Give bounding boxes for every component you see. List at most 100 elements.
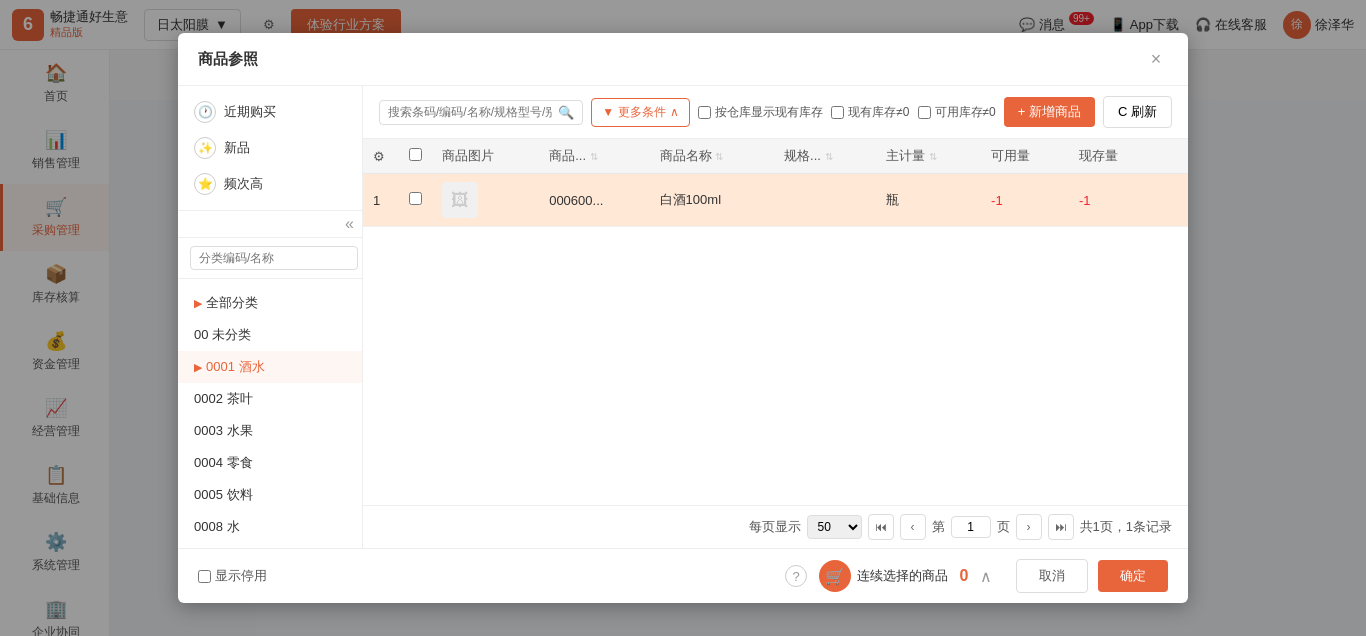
product-table: ⚙ 商品图片 商品... ⇅ 商品名称 ⇅ 规格... ⇅ 主计量 ⇅ 可用量 … [363,139,1188,227]
help-icon-btn[interactable]: ? [785,565,807,587]
quick-item-recent[interactable]: 🕐 近期购买 [178,94,362,130]
search-input[interactable] [388,105,552,119]
modal-overlay[interactable]: 商品参照 × 🕐 近期购买 ✨ 新品 ⭐ 频次高 [0,0,1366,636]
modal-close-button[interactable]: × [1144,47,1168,71]
more-filter-button[interactable]: ▼ 更多条件 ∧ [591,98,690,127]
current-stock-filter[interactable]: 现有库存≠0 [831,104,909,121]
col-name[interactable]: 商品名称 ⇅ [650,139,774,174]
cat-item-all[interactable]: ▶ 全部分类 [178,287,362,319]
refresh-button[interactable]: C 刷新 [1103,96,1172,128]
modal-footer: 显示停用 ? 🛒 连续选择的商品 0 ∧ 取消 确定 [178,548,1188,603]
cat-0001-label: 0001 酒水 [206,358,265,376]
cell-code: 000600... [539,174,649,227]
right-panel: 🔍 ▼ 更多条件 ∧ 按仓库显示现有库存 现有库存≠0 [363,86,1188,548]
product-thumbnail: 🖼 [442,182,478,218]
confirm-button[interactable]: 确定 [1098,560,1168,592]
recent-icon: 🕐 [194,101,216,123]
search-category-input[interactable] [190,246,358,270]
modal-title: 商品参照 [198,50,258,69]
prev-page-btn[interactable]: ‹ [900,514,926,540]
sort-icon-name: ⇅ [715,151,723,162]
per-page-select[interactable]: 50 100 200 [807,515,862,539]
available-stock-checkbox[interactable] [918,106,931,119]
cat-0002-label: 0002 茶叶 [194,390,253,408]
last-page-btn[interactable]: ⏭ [1048,514,1074,540]
select-all-checkbox[interactable] [409,148,422,161]
current-stock-checkbox[interactable] [831,106,844,119]
cat-all-label: 全部分类 [206,294,258,312]
collapse-panel-btn[interactable]: « [345,215,354,233]
display-disabled-checkbox[interactable] [198,570,211,583]
cart-icon[interactable]: 🛒 [819,560,851,592]
warehouse-stock-label: 按仓库显示现有库存 [715,104,823,121]
quick-item-new[interactable]: ✨ 新品 [178,130,362,166]
search-box: 🔍 [379,100,583,125]
next-page-btn[interactable]: › [1016,514,1042,540]
footer-left: 显示停用 [198,567,267,585]
cat-0001-arrow: ▶ [194,361,202,374]
collapse-cart-btn[interactable]: ∧ [980,567,992,586]
filter-label: 更多条件 [618,104,666,121]
cart-area: 🛒 连续选择的商品 0 ∧ [819,560,992,592]
cell-unit: 瓶 [876,174,981,227]
row-checkbox[interactable] [409,192,422,205]
cat-all-arrow: ▶ [194,297,202,310]
table-row[interactable]: 1 🖼 000600... 白酒100ml 瓶 -1 -1 [363,174,1188,227]
cell-stock: -1 [1069,174,1188,227]
cell-check[interactable] [399,174,432,227]
cart-label: 连续选择的商品 [857,567,948,585]
page-label: 第 [932,518,945,536]
cart-count: 0 [954,567,974,585]
col-available: 可用量 [981,139,1069,174]
cat-00-label: 00 未分类 [194,326,251,344]
cat-item-0002[interactable]: 0002 茶叶 [178,383,362,415]
sort-icon-unit: ⇅ [929,151,937,162]
add-product-button[interactable]: + 新增商品 [1004,97,1095,127]
filter-chevron: ∧ [670,105,679,119]
cat-item-00[interactable]: 00 未分类 [178,319,362,351]
display-disabled-label: 显示停用 [215,567,267,585]
warehouse-stock-filter[interactable]: 按仓库显示现有库存 [698,104,823,121]
cat-item-0008[interactable]: 0008 水 [178,511,362,543]
first-page-btn[interactable]: ⏮ [868,514,894,540]
available-stock-filter[interactable]: 可用库存≠0 [918,104,996,121]
quick-item-frequent[interactable]: ⭐ 频次高 [178,166,362,202]
page-number-input[interactable] [951,516,991,538]
per-page-label: 每页显示 [749,518,801,536]
col-settings[interactable]: ⚙ [363,139,399,174]
sort-icon-spec: ⇅ [825,151,833,162]
cell-name: 白酒100ml [650,174,774,227]
search-icon[interactable]: 🔍 [558,105,574,120]
footer-center: ? 🛒 连续选择的商品 0 ∧ [785,560,992,592]
col-code[interactable]: 商品... ⇅ [539,139,649,174]
cell-available: -1 [981,174,1069,227]
search-category: 🔍 [178,238,362,279]
col-image: 商品图片 [432,139,539,174]
quick-item-recent-label: 近期购买 [224,103,276,121]
cat-item-0004[interactable]: 0004 零食 [178,447,362,479]
new-icon: ✨ [194,137,216,159]
cat-item-0001[interactable]: ▶ 0001 酒水 [178,351,362,383]
cat-item-0005[interactable]: 0005 饮料 [178,479,362,511]
cell-spec [774,174,876,227]
cat-0005-label: 0005 饮料 [194,486,253,504]
current-stock-label: 现有库存≠0 [848,104,909,121]
display-disabled-toggle[interactable]: 显示停用 [198,567,267,585]
product-reference-modal: 商品参照 × 🕐 近期购买 ✨ 新品 ⭐ 频次高 [178,33,1188,603]
col-spec[interactable]: 规格... ⇅ [774,139,876,174]
col-check [399,139,432,174]
category-tree: ▶ 全部分类 00 未分类 ▶ 0001 酒水 0002 茶叶 0003 水果 [178,279,362,548]
cell-image: 🖼 [432,174,539,227]
cancel-button[interactable]: 取消 [1016,559,1088,593]
total-records-label: 共1页，1条记录 [1080,518,1172,536]
modal-body: 🕐 近期购买 ✨ 新品 ⭐ 频次高 « [178,86,1188,548]
quick-item-new-label: 新品 [224,139,250,157]
category-panel: 🕐 近期购买 ✨ 新品 ⭐ 频次高 « [178,86,363,548]
filter-icon: ▼ [602,105,614,119]
warehouse-stock-checkbox[interactable] [698,106,711,119]
col-stock: 现存量 [1069,139,1188,174]
cat-item-0003[interactable]: 0003 水果 [178,415,362,447]
pagination-bar: 每页显示 50 100 200 ⏮ ‹ 第 页 › ⏭ 共1页，1条记录 [363,505,1188,548]
col-unit[interactable]: 主计量 ⇅ [876,139,981,174]
available-stock-label: 可用库存≠0 [935,104,996,121]
